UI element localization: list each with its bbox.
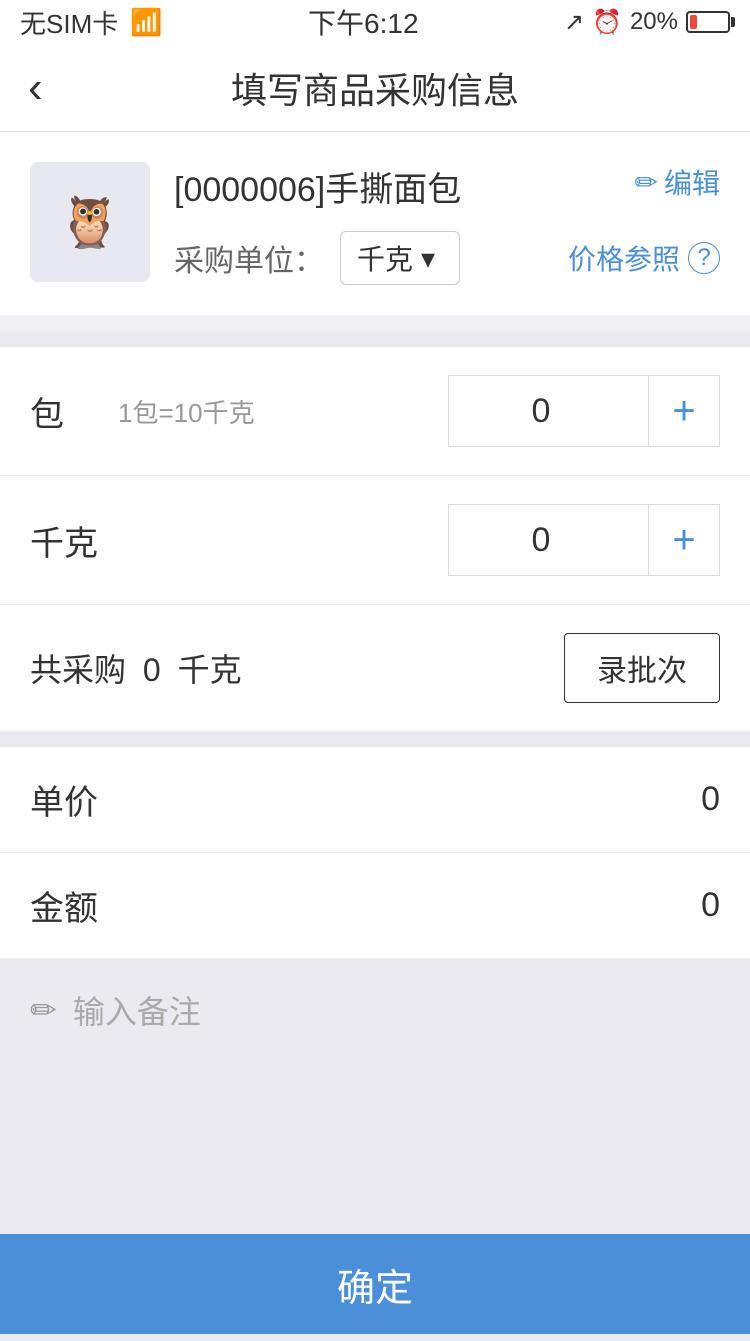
batch-record-button[interactable]: 录批次 xyxy=(564,633,720,703)
wifi-icon: 📶 xyxy=(130,7,162,38)
amount-row: 金额 0 xyxy=(0,853,750,959)
purchase-unit-row: 采购单位： 千克 ▾ 价格参照 ? xyxy=(174,231,720,285)
status-left: 无SIM卡 📶 xyxy=(20,4,163,41)
quantity-section: 包 1包=10千克 + 千克 + xyxy=(0,347,750,605)
summary-unit: 千克 xyxy=(178,652,242,688)
divider-2 xyxy=(0,731,750,747)
page-title: 填写商品采购信息 xyxy=(231,62,519,114)
notes-placeholder: 输入备注 xyxy=(73,987,201,1033)
divider-1 xyxy=(0,331,750,347)
product-card: 🦉 [0000006]手撕面包 ✏ 编辑 采购单位： 千克 ▾ 价格参照 ? xyxy=(0,132,750,315)
quantity-row-bao: 包 1包=10千克 + xyxy=(0,347,750,476)
unit-bao-sublabel: 1包=10千克 xyxy=(118,393,255,430)
battery-fill xyxy=(690,15,697,29)
summary-quantity: 0 xyxy=(143,652,161,688)
confirm-button[interactable]: 确定 xyxy=(0,1234,750,1334)
price-reference-button[interactable]: 价格参照 ? xyxy=(568,238,720,278)
pencil-icon: ✏ xyxy=(30,991,57,1029)
amount-value: 0 xyxy=(701,886,720,925)
edit-icon: ✏ xyxy=(635,166,658,199)
alarm-icon: ⏰ xyxy=(592,8,622,37)
price-ref-label: 价格参照 xyxy=(568,238,680,278)
bao-quantity-input[interactable] xyxy=(448,375,648,447)
bao-increment-button[interactable]: + xyxy=(648,375,720,447)
notes-section[interactable]: ✏ 输入备注 xyxy=(0,959,750,1061)
battery-icon xyxy=(686,11,730,33)
help-icon: ? xyxy=(688,242,720,274)
kg-quantity-input[interactable] xyxy=(448,504,648,576)
back-button[interactable]: ‹ xyxy=(28,66,43,110)
unit-bao-label: 包 xyxy=(30,387,110,436)
status-bar: 无SIM卡 📶 下午6:12 ↗ ⏰ 20% xyxy=(0,0,750,44)
unit-value: 千克 xyxy=(357,238,413,278)
chevron-down-icon: ▾ xyxy=(421,242,435,275)
product-info: [0000006]手撕面包 ✏ 编辑 采购单位： 千克 ▾ 价格参照 ? xyxy=(174,162,720,285)
location-icon: ↗ xyxy=(564,8,584,37)
carrier-text: 无SIM卡 xyxy=(20,4,118,41)
kg-input-group: + xyxy=(448,504,720,576)
product-thumbnail: 🦉 xyxy=(30,162,150,282)
edit-button[interactable]: ✏ 编辑 xyxy=(635,162,720,202)
unit-price-value: 0 xyxy=(701,780,720,819)
edit-label: 编辑 xyxy=(664,162,720,202)
product-logo: 🦉 xyxy=(59,193,121,252)
battery-percent: 20% xyxy=(630,8,678,36)
kg-increment-button[interactable]: + xyxy=(648,504,720,576)
bao-input-group: + xyxy=(448,375,720,447)
status-right: ↗ ⏰ 20% xyxy=(564,8,730,37)
main-content: 🦉 [0000006]手撕面包 ✏ 编辑 采购单位： 千克 ▾ 价格参照 ? xyxy=(0,132,750,1341)
nav-bar: ‹ 填写商品采购信息 xyxy=(0,44,750,132)
unit-kg-label: 千克 xyxy=(30,516,110,565)
summary-text: 共采购 0 千克 xyxy=(30,645,242,691)
summary-prefix: 共采购 xyxy=(30,652,126,688)
amount-label: 金额 xyxy=(30,881,98,930)
unit-price-label: 单价 xyxy=(30,775,98,824)
purchase-unit-label: 采购单位： xyxy=(174,236,324,280)
price-section: 单价 0 金额 0 xyxy=(0,747,750,959)
unit-dropdown[interactable]: 千克 ▾ xyxy=(340,231,460,285)
quantity-row-kg: 千克 + xyxy=(0,476,750,605)
summary-row: 共采购 0 千克 录批次 xyxy=(0,605,750,731)
product-header: [0000006]手撕面包 ✏ 编辑 xyxy=(174,162,720,211)
product-name: [0000006]手撕面包 xyxy=(174,162,461,211)
unit-price-row: 单价 0 xyxy=(0,747,750,853)
status-time: 下午6:12 xyxy=(308,2,419,42)
